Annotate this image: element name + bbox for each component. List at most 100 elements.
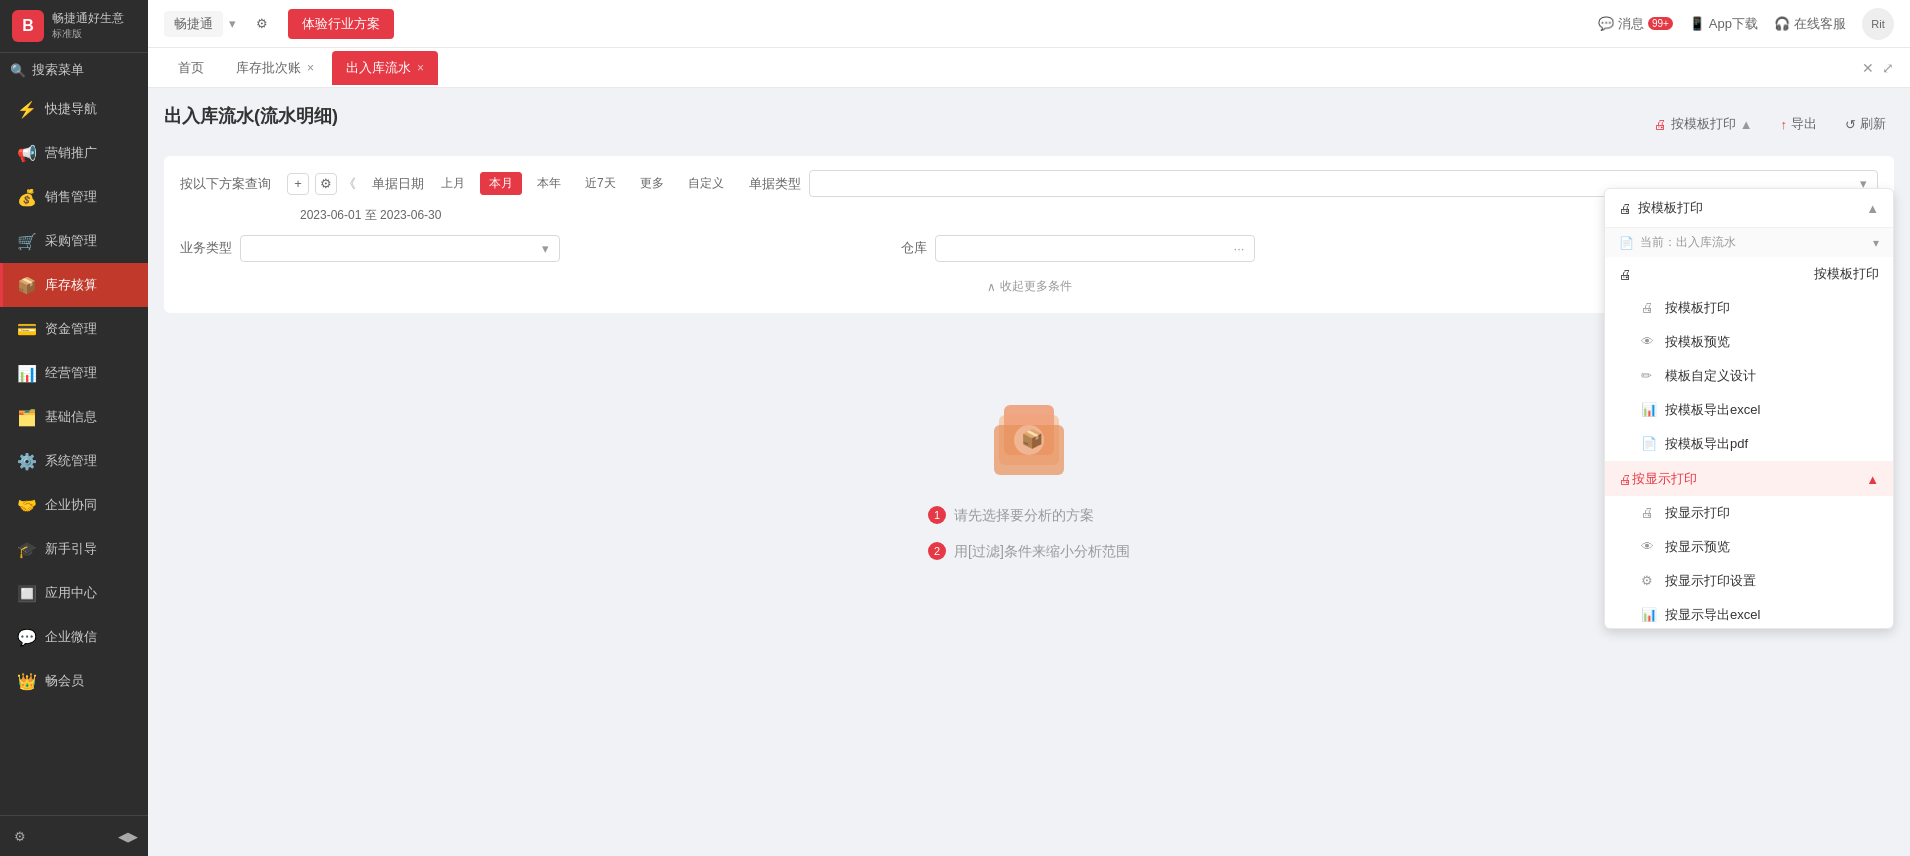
maximize-icon[interactable]: ⤢ bbox=[1882, 60, 1894, 76]
display-print-header[interactable]: 🖨 按显示打印 ▲ bbox=[1605, 462, 1893, 496]
header-left: 畅捷通 ▾ ⚙ 体验行业方案 bbox=[164, 9, 394, 39]
member-icon: 👑 bbox=[17, 671, 37, 691]
sidebar-item-marketing[interactable]: 📢 营销推广 bbox=[0, 131, 148, 175]
online-service-action[interactable]: 🎧 在线客服 bbox=[1774, 15, 1846, 33]
refresh-label: 刷新 bbox=[1860, 115, 1886, 133]
filter-setting-button[interactable]: ⚙ bbox=[315, 173, 337, 195]
sidebar-item-wechat[interactable]: 💬 企业微信 bbox=[0, 615, 148, 659]
dropdown-panel: 🖨 按模板打印 ▲ 📄 当前：出入库流水 ▾ 🖨 bbox=[1604, 188, 1894, 629]
sidebar-search[interactable]: 🔍 搜索菜单 bbox=[0, 53, 148, 87]
sidebar-item-finance[interactable]: 💳 资金管理 bbox=[0, 307, 148, 351]
close-batch-tab-icon[interactable]: × bbox=[307, 61, 314, 75]
trial-button[interactable]: 体验行业方案 bbox=[288, 9, 394, 39]
sidebar-item-purchase[interactable]: 🛒 采购管理 bbox=[0, 219, 148, 263]
app-download-action[interactable]: 📱 App下载 bbox=[1689, 15, 1758, 33]
item-label: 按模板打印 bbox=[1665, 299, 1730, 317]
logo-text: 畅捷通好生意 bbox=[52, 11, 124, 27]
display-print-item[interactable]: 🖨 按显示打印 bbox=[1605, 496, 1893, 530]
close-flow-tab-icon[interactable]: × bbox=[417, 61, 424, 75]
warehouse-more-icon[interactable]: ··· bbox=[1234, 241, 1245, 256]
disp-preview-icon: 👁 bbox=[1641, 539, 1657, 555]
collapse-sidebar-icon[interactable]: ◀▶ bbox=[118, 826, 138, 846]
close-window-icon[interactable]: ✕ bbox=[1862, 60, 1874, 76]
settings-bottom-icon[interactable]: ⚙ bbox=[10, 826, 30, 846]
warehouse-select[interactable]: ··· bbox=[935, 235, 1255, 262]
dropdown-collapse-icon[interactable]: ▲ bbox=[1866, 201, 1879, 216]
item-label: 按模板导出excel bbox=[1665, 401, 1760, 419]
sidebar-item-basics[interactable]: 🗂️ 基础信息 bbox=[0, 395, 148, 439]
dropdown-title: 按模板打印 bbox=[1638, 199, 1703, 217]
biz-type-select[interactable]: ▾ bbox=[240, 235, 560, 262]
template-design-item[interactable]: ✏ 模板自定义设计 bbox=[1605, 359, 1893, 393]
chevron-down-icon[interactable]: ▾ bbox=[229, 16, 236, 31]
user-area: 畅捷通 ▾ bbox=[164, 11, 236, 37]
sidebar-item-member[interactable]: 👑 畅会员 bbox=[0, 659, 148, 703]
messages-action[interactable]: 💬 消息 99+ bbox=[1598, 15, 1673, 33]
page-header-area: 出入库流水(流水明细) 🖨 按模板打印 ▲ ↑ 导出 ↺ 刷新 bbox=[164, 104, 1894, 144]
filter-add-button[interactable]: + bbox=[287, 173, 309, 195]
collapse-more-button[interactable]: ∧ 收起更多条件 bbox=[975, 274, 1084, 299]
nav-label: 应用中心 bbox=[45, 584, 97, 602]
template-export-pdf-item[interactable]: 📄 按模板导出pdf bbox=[1605, 427, 1893, 461]
nav-label: 企业协同 bbox=[45, 496, 97, 514]
avatar-text: Rit bbox=[1871, 18, 1884, 30]
refresh-action[interactable]: ↺ 刷新 bbox=[1837, 111, 1894, 137]
print-action[interactable]: 🖨 按模板打印 ▲ bbox=[1646, 111, 1761, 137]
sidebar-item-sales[interactable]: 💰 销售管理 bbox=[0, 175, 148, 219]
display-print-settings-item[interactable]: ⚙ 按显示打印设置 bbox=[1605, 564, 1893, 598]
section-icon: 🖨 bbox=[1619, 472, 1632, 487]
date-custom[interactable]: 自定义 bbox=[679, 172, 733, 195]
sidebar-item-guide[interactable]: 🎓 新手引导 bbox=[0, 527, 148, 571]
date-this-year[interactable]: 本年 bbox=[528, 172, 570, 195]
template-print-item[interactable]: 🖨 按模板打印 bbox=[1605, 291, 1893, 325]
filter-main-label: 按以下方案查询 bbox=[180, 175, 271, 193]
export-action[interactable]: ↑ 导出 bbox=[1773, 111, 1826, 137]
template-export-excel-item[interactable]: 📊 按模板导出excel bbox=[1605, 393, 1893, 427]
sidebar-item-enterprise[interactable]: 🤝 企业协同 bbox=[0, 483, 148, 527]
tab-inventory-flow[interactable]: 出入库流水 × bbox=[332, 51, 438, 85]
preview-item-icon: 👁 bbox=[1641, 334, 1657, 350]
display-export-excel-item[interactable]: 📊 按显示导出excel bbox=[1605, 598, 1893, 628]
item-label: 按显示导出excel bbox=[1665, 606, 1760, 624]
print-item-icon: 🖨 bbox=[1641, 300, 1657, 316]
nav-label: 快捷导航 bbox=[45, 100, 97, 118]
sidebar-item-app-center[interactable]: 🔲 应用中心 bbox=[0, 571, 148, 615]
item-label: 按模板导出pdf bbox=[1665, 435, 1748, 453]
sidebar-item-inventory[interactable]: 📦 库存核算 bbox=[0, 263, 148, 307]
header-settings-icon[interactable]: ⚙ bbox=[248, 10, 276, 38]
display-preview-item[interactable]: 👁 按显示预览 bbox=[1605, 530, 1893, 564]
date-this-month[interactable]: 本月 bbox=[480, 172, 522, 195]
sidebar-item-system[interactable]: ⚙️ 系统管理 bbox=[0, 439, 148, 483]
messages-badge: 99+ bbox=[1648, 17, 1673, 30]
tab-home[interactable]: 首页 bbox=[164, 51, 218, 85]
chevron-up-icon: ∧ bbox=[987, 280, 996, 294]
step2-num: 2 bbox=[928, 542, 946, 560]
empty-steps: 1 请先选择要分析的方案 2 用[过滤]条件来缩小分析范围 bbox=[928, 501, 1130, 565]
tab-batch-label: 库存批次账 bbox=[236, 59, 301, 77]
template-preview-item[interactable]: 👁 按模板预览 bbox=[1605, 325, 1893, 359]
template-print-section: 🖨 按模板打印 🖨 按模板打印 👁 按模板预览 ✏ bbox=[1605, 257, 1893, 462]
date-range-text: 2023-06-01 至 2023-06-30 bbox=[300, 208, 441, 222]
filter-expand-icon[interactable]: 《 bbox=[343, 175, 356, 193]
nav-label: 基础信息 bbox=[45, 408, 97, 426]
template-print-header[interactable]: 🖨 按模板打印 bbox=[1605, 257, 1893, 291]
dropdown-header: 🖨 按模板打印 ▲ bbox=[1605, 189, 1893, 228]
avatar[interactable]: Rit bbox=[1862, 8, 1894, 40]
mobile-icon: 📱 bbox=[1689, 16, 1705, 31]
nav-label: 库存核算 bbox=[45, 276, 97, 294]
current-template-arrow: ▾ bbox=[1873, 236, 1879, 250]
print-label: 按模板打印 bbox=[1671, 115, 1736, 133]
date-7days[interactable]: 近7天 bbox=[576, 172, 625, 195]
sidebar-bottom: ⚙ ◀▶ bbox=[0, 815, 148, 856]
logo-badge: 标准版 bbox=[52, 27, 124, 41]
sidebar-item-operations[interactable]: 📊 经营管理 bbox=[0, 351, 148, 395]
collapse-label: 收起更多条件 bbox=[1000, 278, 1072, 295]
tab-inventory-batch[interactable]: 库存批次账 × bbox=[222, 51, 328, 85]
biz-type-label: 业务类型 bbox=[180, 239, 232, 257]
marketing-icon: 📢 bbox=[17, 143, 37, 163]
top-header: 畅捷通 ▾ ⚙ 体验行业方案 💬 消息 99+ 📱 App下载 🎧 bbox=[148, 0, 1910, 48]
nav-label: 采购管理 bbox=[45, 232, 97, 250]
sidebar-item-quick-nav[interactable]: ⚡ 快捷导航 bbox=[0, 87, 148, 131]
date-last-month[interactable]: 上月 bbox=[432, 172, 474, 195]
date-more[interactable]: 更多 bbox=[631, 172, 673, 195]
